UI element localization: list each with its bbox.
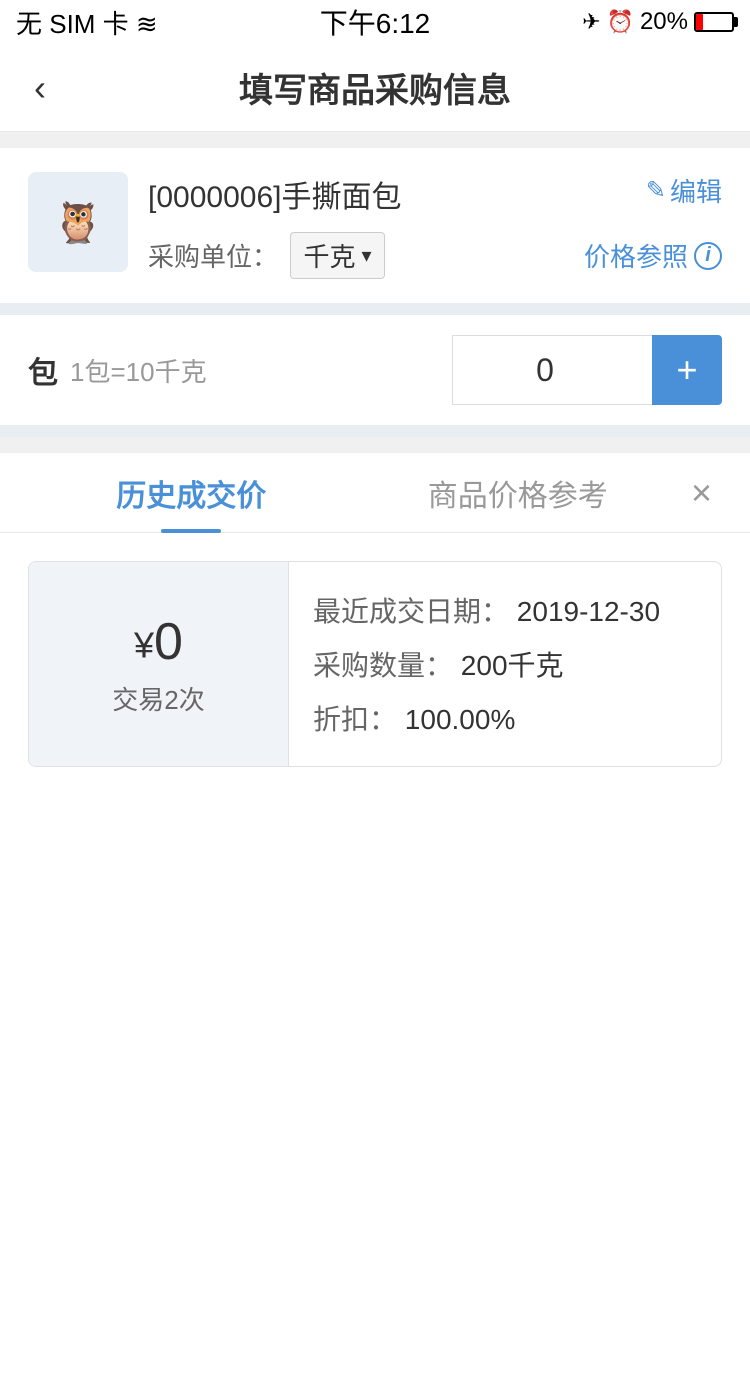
price-card-summary: ¥0 交易2次 [29,562,289,766]
alarm-icon: ⏰ [607,9,634,35]
price-amount: ¥0 [134,612,183,672]
currency-symbol: ¥ [134,624,154,665]
latest-date-value: 2019-12-30 [517,596,660,627]
status-time: 下午6:12 [320,2,431,42]
product-thumbnail-icon: 🦉 [53,199,103,246]
product-name: [0000006]手撕面包 [148,172,401,216]
info-icon: i [694,242,722,270]
price-card: ¥0 交易2次 最近成交日期： 2019-12-30 采购数量： 200千克 折… [28,561,722,767]
history-price-content: ¥0 交易2次 最近成交日期： 2019-12-30 采购数量： 200千克 折… [0,533,750,795]
edit-icon: ✎ [646,176,666,205]
quantity-unit-info: 包 1包=10千克 [28,348,207,392]
product-image: 🦉 [28,172,128,272]
unit-value: 千克 [303,237,355,274]
price-ref-button[interactable]: 价格参照 i [584,237,722,274]
quantity-input[interactable] [452,335,652,405]
tabs-divider [0,425,750,437]
status-right-group: ✈ ⏰ 20% [582,8,734,36]
edit-label: 编辑 [670,172,722,209]
quantity-row: 包 1包=10千克 + [0,315,750,425]
quantity-value: 200千克 [461,650,564,681]
price-trades: 交易2次 [112,680,204,717]
battery-percent: 20% [640,8,688,36]
latest-date-label: 最近成交日期： [313,596,509,627]
tabs-panel: 历史成交价 商品价格参考 × ¥0 交易2次 最近成交日期： 2019-12-3… [0,453,750,795]
battery-icon [694,12,734,32]
price-ref-label: 价格参照 [584,237,688,274]
back-button[interactable]: ‹ [24,57,56,119]
quantity-label: 采购数量： [313,650,453,681]
status-bar: 无 SIM 卡 ≋ 下午6:12 ✈ ⏰ 20% [0,0,750,44]
product-info: [0000006]手撕面包 ✎ 编辑 采购单位： 千克 ▾ 价格参照 i [148,172,722,279]
location-icon: ✈ [582,9,600,35]
product-card: 🦉 [0000006]手撕面包 ✎ 编辑 采购单位： 千克 ▾ 价格参照 i [0,148,750,303]
price-card-details: 最近成交日期： 2019-12-30 采购数量： 200千克 折扣： 100.0… [289,562,721,766]
latest-date-row: 最近成交日期： 2019-12-30 [313,590,697,630]
unit-select[interactable]: 千克 ▾ [290,232,384,279]
section-divider [0,303,750,315]
tab-history-price[interactable]: 历史成交价 [28,453,354,533]
quantity-controls: + [452,335,722,405]
edit-button[interactable]: ✎ 编辑 [646,172,722,209]
product-header: [0000006]手撕面包 ✎ 编辑 [148,172,722,216]
dropdown-arrow-icon: ▾ [361,243,371,268]
package-unit: 包 [28,348,58,392]
quantity-row-detail: 采购数量： 200千克 [313,644,697,684]
product-unit-row: 采购单位： 千克 ▾ 价格参照 i [148,232,722,279]
tab-product-price-ref[interactable]: 商品价格参考 [354,453,680,533]
price-value: 0 [154,613,183,671]
discount-label: 折扣： [313,704,397,735]
discount-row: 折扣： 100.00% [313,698,697,738]
status-signal: 无 SIM 卡 ≋ [16,4,158,41]
page-background [0,795,750,1395]
unit-label: 采购单位： [148,242,278,272]
unit-equivalence: 1包=10千克 [70,352,207,389]
quantity-plus-button[interactable]: + [652,335,722,405]
tabs-header: 历史成交价 商品价格参考 × [0,453,750,533]
page-title: 填写商品采购信息 [239,63,511,112]
tab-close-button[interactable]: × [681,465,722,521]
nav-bar: ‹ 填写商品采购信息 [0,44,750,132]
discount-value: 100.00% [405,704,516,735]
unit-label-group: 采购单位： 千克 ▾ [148,232,385,279]
